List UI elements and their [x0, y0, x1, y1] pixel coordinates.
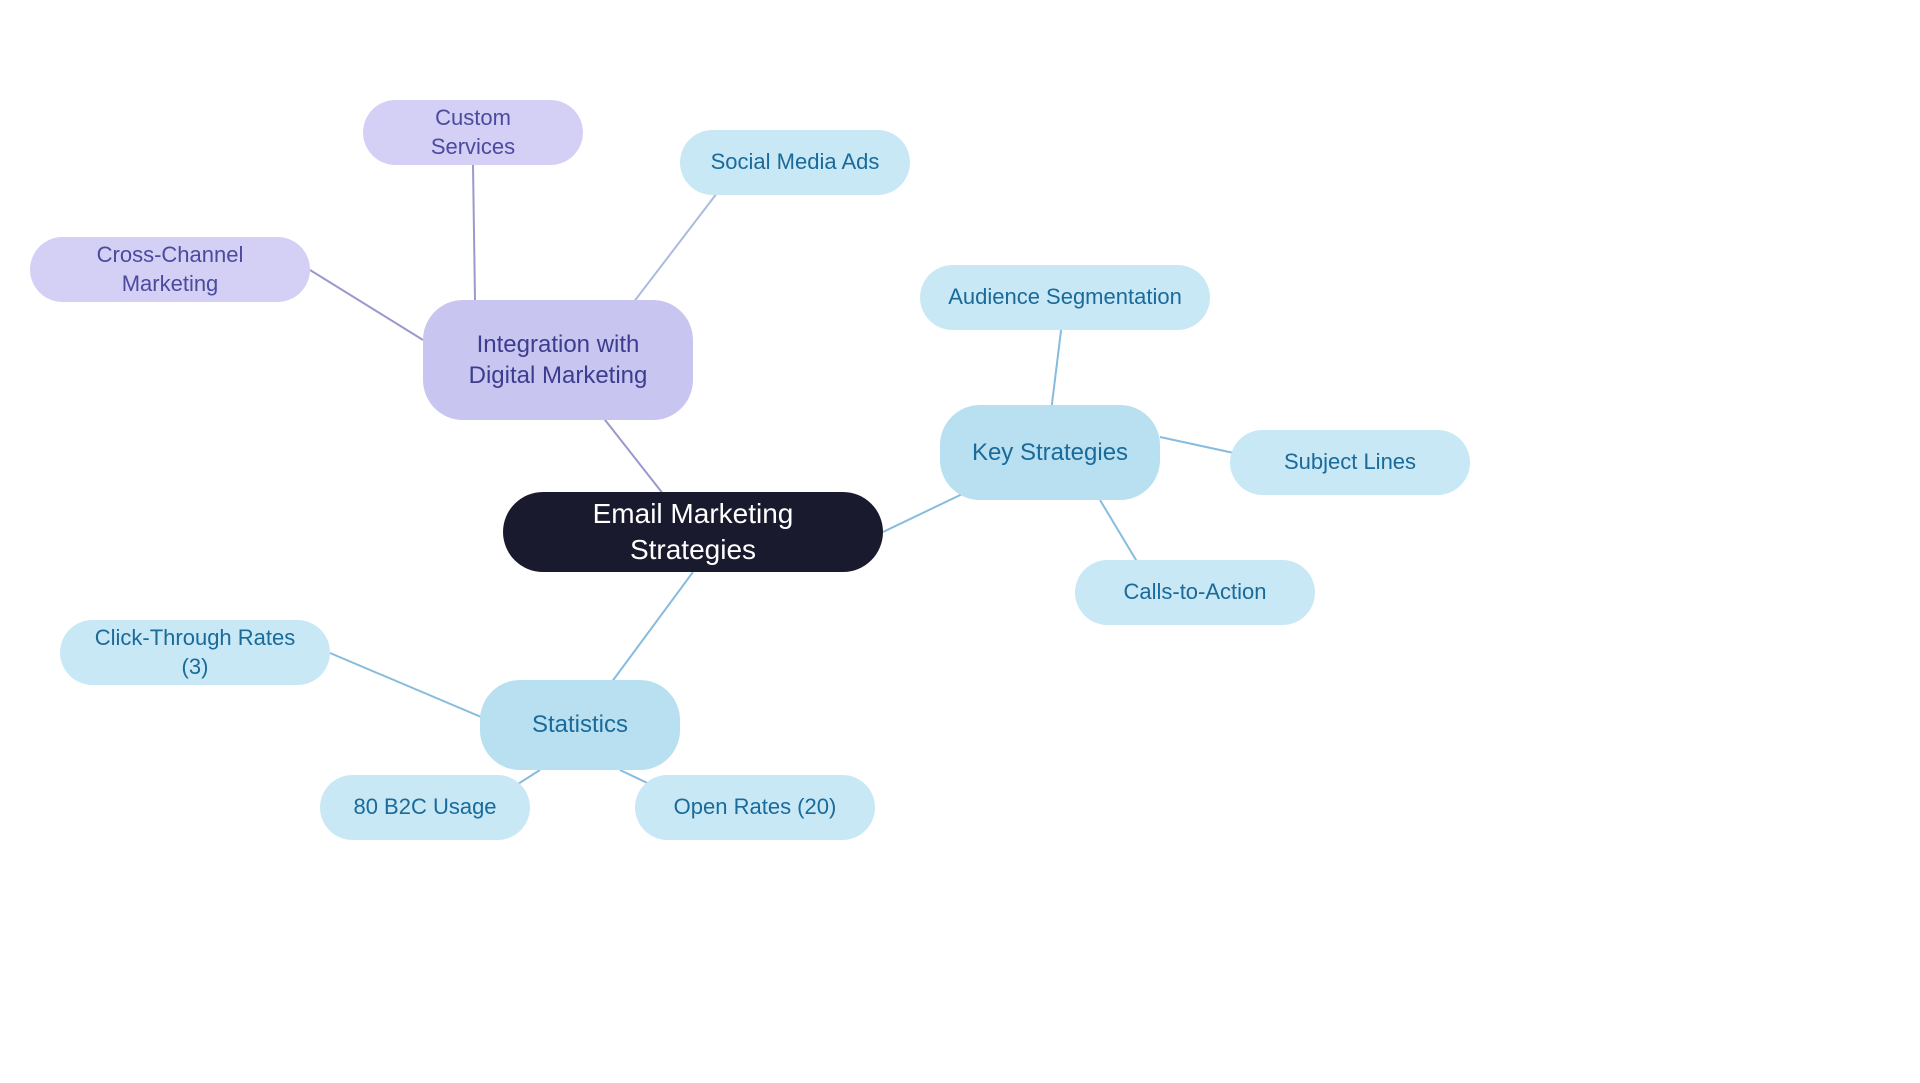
- social-media-node[interactable]: Social Media Ads: [680, 130, 910, 195]
- b2c-label: 80 B2C Usage: [353, 793, 496, 822]
- subject-lines-label: Subject Lines: [1284, 448, 1416, 477]
- statistics-node[interactable]: Statistics: [480, 680, 680, 770]
- calls-to-action-node[interactable]: Calls-to-Action: [1075, 560, 1315, 625]
- social-media-label: Social Media Ads: [711, 148, 880, 177]
- integration-label: Integration with Digital Marketing: [451, 329, 665, 391]
- ctr-label: Click-Through Rates (3): [88, 624, 302, 681]
- cross-channel-label: Cross-Channel Marketing: [58, 241, 282, 298]
- cross-channel-node[interactable]: Cross-Channel Marketing: [30, 237, 310, 302]
- audience-node[interactable]: Audience Segmentation: [920, 265, 1210, 330]
- b2c-node[interactable]: 80 B2C Usage: [320, 775, 530, 840]
- key-strategies-node[interactable]: Key Strategies: [940, 405, 1160, 500]
- ctr-node[interactable]: Click-Through Rates (3): [60, 620, 330, 685]
- custom-services-node[interactable]: Custom Services: [363, 100, 583, 165]
- custom-services-label: Custom Services: [391, 104, 555, 161]
- open-rates-label: Open Rates (20): [674, 793, 837, 822]
- key-strategies-label: Key Strategies: [972, 437, 1128, 468]
- open-rates-node[interactable]: Open Rates (20): [635, 775, 875, 840]
- calls-to-action-label: Calls-to-Action: [1123, 578, 1266, 607]
- center-node[interactable]: Email Marketing Strategies: [503, 492, 883, 572]
- audience-label: Audience Segmentation: [948, 283, 1182, 312]
- center-label: Email Marketing Strategies: [531, 496, 855, 569]
- integration-node[interactable]: Integration with Digital Marketing: [423, 300, 693, 420]
- subject-lines-node[interactable]: Subject Lines: [1230, 430, 1470, 495]
- statistics-label: Statistics: [532, 709, 628, 740]
